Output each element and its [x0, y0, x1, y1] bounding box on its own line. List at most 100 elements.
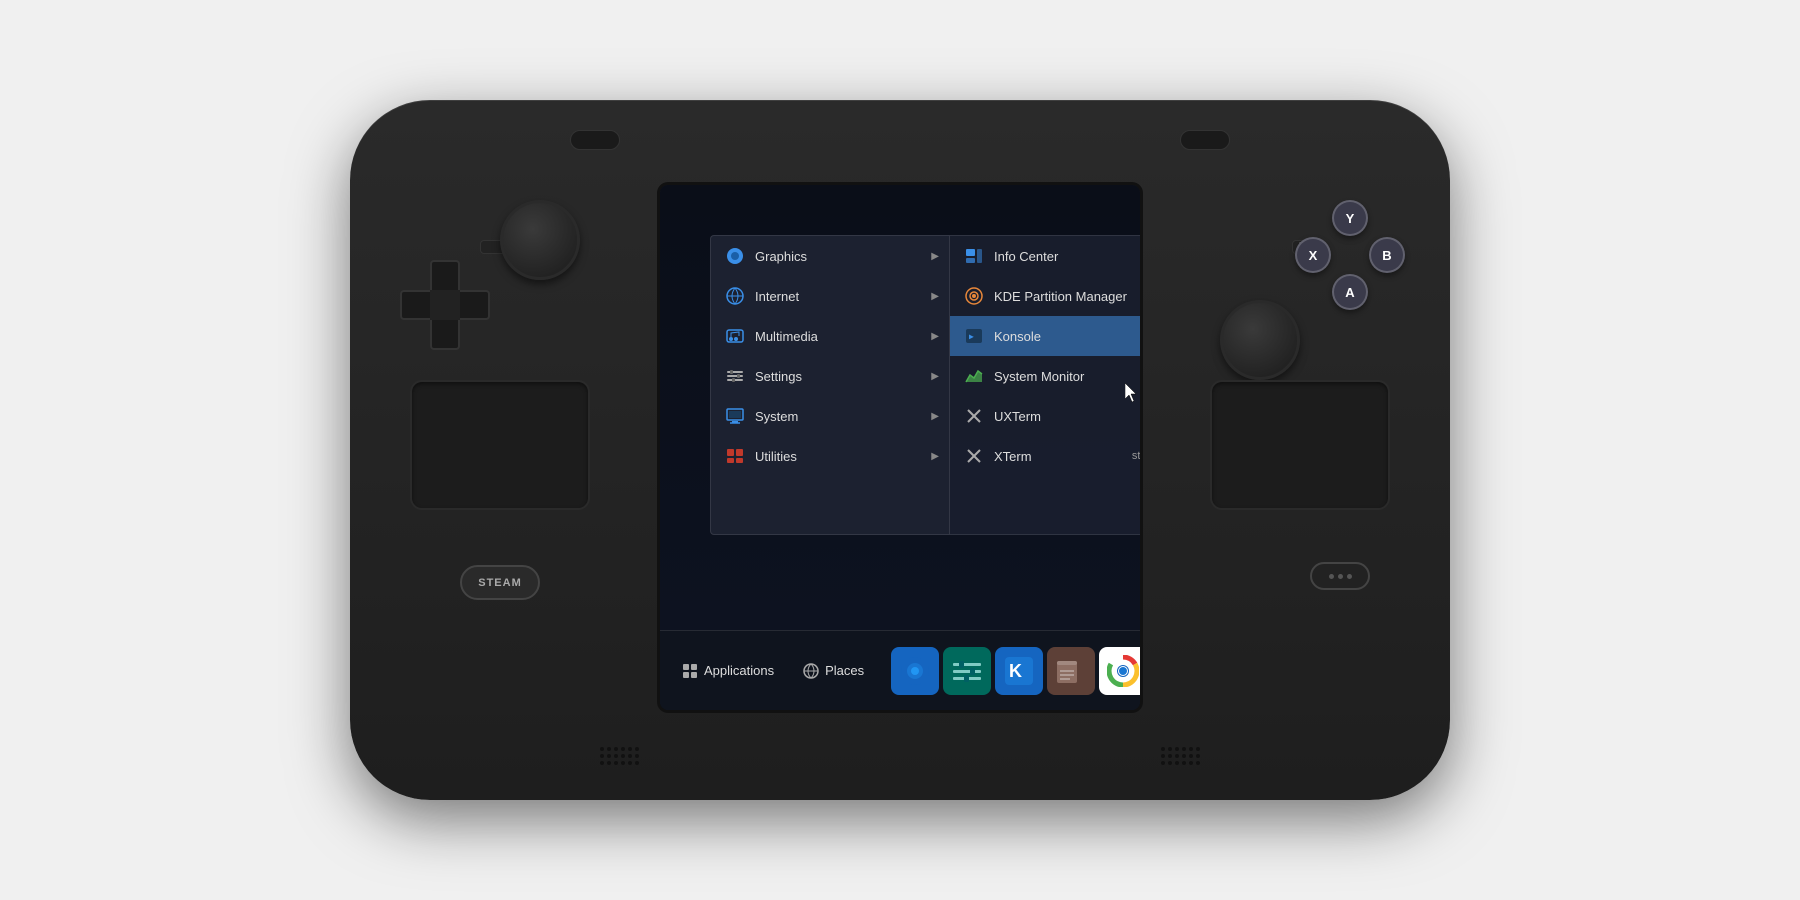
places-button[interactable]: Places: [791, 657, 876, 685]
speaker-hole: [1189, 761, 1193, 765]
multimedia-label: Multimedia: [755, 329, 818, 344]
konsole-icon: ▶: [964, 326, 984, 346]
x-button[interactable]: X: [1295, 237, 1331, 273]
dpad[interactable]: [400, 260, 490, 350]
menu-item-utilities[interactable]: Utilities ▶: [711, 436, 949, 476]
menu-item-system[interactable]: System ▶: [711, 396, 949, 436]
options-button[interactable]: [1310, 562, 1370, 590]
speaker-hole: [1168, 754, 1172, 758]
xterm-label: XTerm: [994, 449, 1122, 464]
speaker-hole: [607, 754, 611, 758]
xterm-desc: standard terminal emulator for the X win…: [1132, 450, 1140, 462]
systemmonitor-icon: [964, 366, 984, 386]
konsole-label: Konsole: [994, 329, 1140, 344]
menu-item-internet[interactable]: Internet ▶: [711, 276, 949, 316]
speaker-hole: [1168, 747, 1172, 751]
menu-item-systemmonitor[interactable]: System Monitor: [950, 356, 1140, 396]
speaker-hole: [1161, 761, 1165, 765]
left-bumper[interactable]: [570, 130, 620, 150]
dot-1: [1329, 574, 1334, 579]
device-body: STEAM Y X B: [350, 100, 1450, 800]
speaker-hole: [1189, 754, 1193, 758]
speaker-hole: [614, 754, 618, 758]
left-joystick[interactable]: [500, 200, 580, 280]
screen-content: Graphics ▶: [660, 185, 1140, 710]
systemmonitor-label: System Monitor: [994, 369, 1140, 384]
right-controls: Y X B A: [1150, 180, 1430, 660]
application-menu: Graphics ▶: [710, 235, 1140, 535]
right-joystick[interactable]: [1220, 300, 1300, 380]
steam-button[interactable]: STEAM: [460, 565, 540, 600]
taskbar-icon-store[interactable]: K: [995, 647, 1043, 695]
speaker-hole: [1182, 761, 1186, 765]
menu-item-partitionmanager[interactable]: KDE Partition Manager Partition Editor: [950, 276, 1140, 316]
partitionmanager-icon: [964, 286, 984, 306]
abxy-buttons: Y X B A: [1295, 200, 1405, 310]
speaker-hole: [1196, 754, 1200, 758]
speaker-hole: [621, 754, 625, 758]
speaker-hole: [600, 747, 604, 751]
speaker-hole: [600, 761, 604, 765]
utilities-arrow: ▶: [931, 451, 939, 462]
taskbar-icon-settings[interactable]: [943, 647, 991, 695]
speaker-hole: [621, 747, 625, 751]
speaker-hole: [1196, 747, 1200, 751]
applications-label: Applications: [704, 663, 774, 678]
menu-item-konsole[interactable]: ▶ Konsole Terminal: [950, 316, 1140, 356]
b-button[interactable]: B: [1369, 237, 1405, 273]
speaker-hole: [635, 761, 639, 765]
menu-item-settings[interactable]: Settings ▶: [711, 356, 949, 396]
applications-button[interactable]: Applications: [670, 657, 786, 685]
taskbar-icons: K: [891, 647, 1140, 695]
speaker-hole: [614, 747, 618, 751]
speaker-hole: [1175, 754, 1179, 758]
speaker-hole: [628, 761, 632, 765]
infocenter-icon: [964, 246, 984, 266]
speaker-hole: [635, 754, 639, 758]
taskbar-icon-chrome[interactable]: [1099, 647, 1140, 695]
left-trackpad[interactable]: [410, 380, 590, 510]
taskbar-icon-files[interactable]: [1047, 647, 1095, 695]
menu-categories-panel: Graphics ▶: [710, 235, 950, 535]
menu-item-xterm[interactable]: XTerm standard terminal emulator for the…: [950, 436, 1140, 476]
speaker-hole: [1168, 761, 1172, 765]
xterm-icon: [964, 446, 984, 466]
internet-label: Internet: [755, 289, 799, 304]
speaker-hole: [607, 747, 611, 751]
steam-deck-device: STEAM Y X B: [350, 100, 1450, 800]
places-globe-icon: [803, 663, 819, 679]
menu-item-uxterm[interactable]: UXTerm xterm wrapper for Unicode environ…: [950, 396, 1140, 436]
places-label: Places: [825, 663, 864, 678]
speaker-hole: [635, 747, 639, 751]
menu-item-infocenter[interactable]: Info Center: [950, 236, 1140, 276]
system-arrow: ▶: [931, 411, 939, 422]
y-button[interactable]: Y: [1332, 200, 1368, 236]
right-trackpad[interactable]: [1210, 380, 1390, 510]
a-button[interactable]: A: [1332, 274, 1368, 310]
taskbar-icon-discover[interactable]: [891, 647, 939, 695]
speaker-hole: [600, 754, 604, 758]
speaker-hole: [1189, 747, 1193, 751]
speaker-hole: [1196, 761, 1200, 765]
menu-item-multimedia[interactable]: Multimedia ▶: [711, 316, 949, 356]
left-speaker: [600, 747, 639, 765]
speaker-hole: [1182, 747, 1186, 751]
settings-icon: [725, 366, 745, 386]
speaker-hole: [621, 761, 625, 765]
uxterm-icon: [964, 406, 984, 426]
left-controls: STEAM: [370, 180, 650, 660]
menu-item-graphics[interactable]: Graphics ▶: [711, 236, 949, 276]
screen: Graphics ▶: [660, 185, 1140, 710]
speaker-hole: [628, 754, 632, 758]
multimedia-icon: [725, 326, 745, 346]
multimedia-arrow: ▶: [931, 331, 939, 342]
right-bumper[interactable]: [1180, 130, 1230, 150]
desktop-wallpaper[interactable]: Graphics ▶: [660, 185, 1140, 630]
speaker-hole: [1161, 754, 1165, 758]
right-speaker: [1161, 747, 1200, 765]
dot-3: [1347, 574, 1352, 579]
internet-arrow: ▶: [931, 291, 939, 302]
system-icon: [725, 406, 745, 426]
speaker-hole: [1182, 754, 1186, 758]
taskbar: Applications Places: [660, 630, 1140, 710]
